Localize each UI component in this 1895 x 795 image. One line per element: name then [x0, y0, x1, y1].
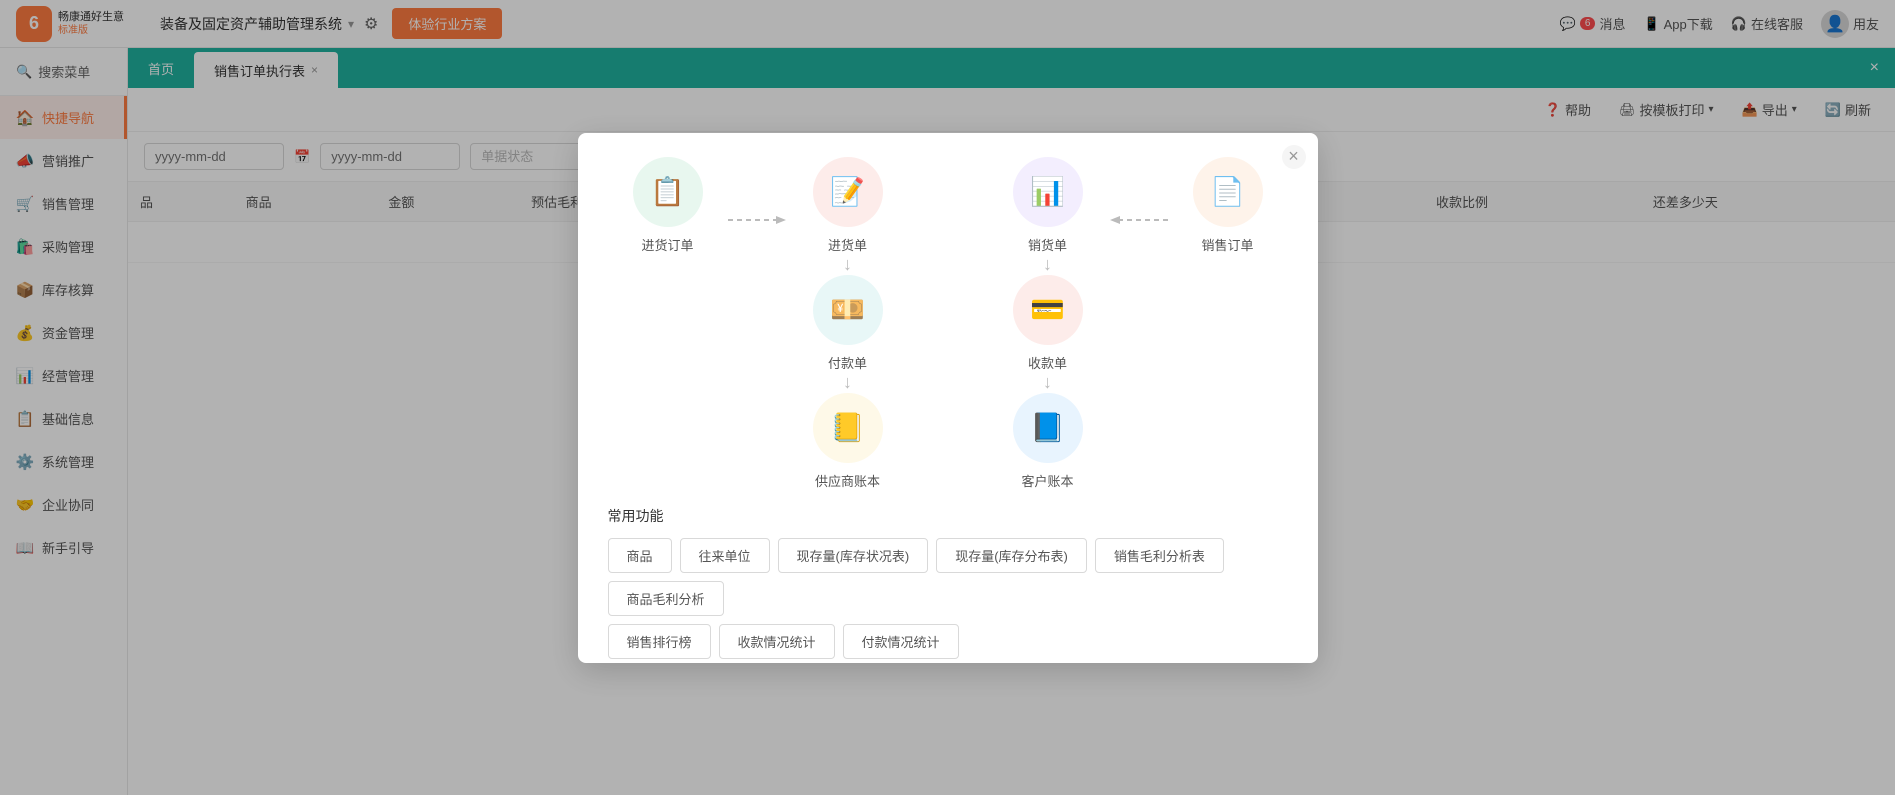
cr2-sp5 [1168, 372, 1288, 393]
func-btn-product[interactable]: 商品 [608, 538, 672, 573]
supplier-ledger-circle: 📒 [813, 393, 883, 463]
dashed-arrow-left [1108, 214, 1168, 226]
arrow-sales-order-to-bill [1108, 214, 1168, 254]
common-func-section: 常用功能 商品 往来单位 现存量(库存状况表) 现存量(库存分布表) 销售毛利分… [578, 506, 1318, 663]
func-btn-stock-dist[interactable]: 现存量(库存分布表) [936, 538, 1087, 573]
customer-ledger-label: 客户账本 [1021, 471, 1073, 490]
connector-spacer-3 [908, 254, 988, 275]
down-arrow-purchase-bill: ↓ [788, 254, 908, 275]
flow-node-supplier-ledger[interactable]: 📒 供应商账本 [788, 393, 908, 490]
down-arrow-receipt: ↓ [988, 372, 1108, 393]
func-btn-payment-stats[interactable]: 付款情况统计 [843, 624, 959, 659]
flow-modal: × 📋 进货订单 [578, 133, 1318, 663]
receipt-circle: 💳 [1013, 275, 1083, 345]
sales-bill-circle: 📊 [1013, 157, 1083, 227]
func-buttons-row1: 商品 往来单位 现存量(库存状况表) 现存量(库存分布表) 销售毛利分析表 商品… [608, 538, 1288, 616]
purchase-bill-label: 进货单 [828, 235, 867, 254]
flow-connectors-row2: ↓ ↓ [608, 372, 1288, 393]
arrow-purchase-order-to-bill [728, 214, 788, 254]
flow-row-1: 📋 进货订单 📝 [608, 157, 1288, 254]
sales-bill-label: 销货单 [1028, 235, 1067, 254]
modal-close-button[interactable]: × [1282, 145, 1306, 169]
cr2-sp3 [908, 372, 988, 393]
supplier-ledger-icon: 📒 [830, 411, 865, 444]
customer-ledger-circle: 📘 [1013, 393, 1083, 463]
purchase-bill-circle: 📝 [813, 157, 883, 227]
cr2-sp4 [1108, 372, 1168, 393]
func-btn-sales-rank[interactable]: 销售排行榜 [608, 624, 711, 659]
common-func-title: 常用功能 [608, 506, 1288, 526]
payment-icon: 💴 [830, 293, 865, 326]
purchase-order-circle: 📋 [633, 157, 703, 227]
cr2-sp1 [608, 372, 728, 393]
flow-node-sales-order[interactable]: 📄 销售订单 [1168, 157, 1288, 254]
flow-node-sales-bill[interactable]: 📊 销货单 [988, 157, 1108, 254]
modal-overlay[interactable]: × 📋 进货订单 [0, 0, 1895, 795]
customer-ledger-icon: 📘 [1030, 411, 1065, 444]
func-btn-receipt-stats[interactable]: 收款情况统计 [719, 624, 835, 659]
supplier-ledger-label: 供应商账本 [815, 471, 880, 490]
payment-label: 付款单 [828, 353, 867, 372]
flow-row-2: 💴 付款单 💳 收款单 [608, 275, 1288, 372]
flow-node-purchase-bill[interactable]: 📝 进货单 [788, 157, 908, 254]
func-buttons-row2: 销售排行榜 收款情况统计 付款情况统计 [608, 624, 1288, 659]
flow-diagram: 📋 进货订单 📝 [578, 133, 1318, 506]
down-arrow-payment: ↓ [788, 372, 908, 393]
dashed-arrow-right [728, 214, 788, 226]
sales-order-icon: 📄 [1210, 175, 1245, 208]
func-btn-contacts[interactable]: 往来单位 [680, 538, 770, 573]
cr2-sp2 [728, 372, 788, 393]
func-btn-sales-margin[interactable]: 销售毛利分析表 [1095, 538, 1224, 573]
purchase-bill-icon: 📝 [830, 175, 865, 208]
sales-order-label: 销售订单 [1201, 235, 1253, 254]
sales-bill-icon: 📊 [1030, 175, 1065, 208]
receipt-label: 收款单 [1028, 353, 1067, 372]
flow-row-3: 📒 供应商账本 📘 客户账本 [608, 393, 1288, 490]
connector-spacer-1 [608, 254, 728, 275]
flow-connectors-row: ↓ ↓ [608, 254, 1288, 275]
flow-node-customer-ledger[interactable]: 📘 客户账本 [988, 393, 1108, 490]
down-arrow-sales-bill: ↓ [988, 254, 1108, 275]
connector-spacer-4 [1108, 254, 1168, 275]
flow-node-purchase-order[interactable]: 📋 进货订单 [608, 157, 728, 254]
connector-spacer-2 [728, 254, 788, 275]
payment-circle: 💴 [813, 275, 883, 345]
func-btn-stock-status[interactable]: 现存量(库存状况表) [778, 538, 929, 573]
purchase-order-icon: 📋 [650, 175, 685, 208]
purchase-order-label: 进货订单 [641, 235, 693, 254]
sales-order-circle: 📄 [1193, 157, 1263, 227]
receipt-icon: 💳 [1030, 293, 1065, 326]
modal-body: 📋 进货订单 📝 [578, 133, 1318, 663]
flow-node-receipt[interactable]: 💳 收款单 [988, 275, 1108, 372]
connector-spacer-5 [1168, 254, 1288, 275]
flow-node-payment[interactable]: 💴 付款单 [788, 275, 908, 372]
func-btn-product-margin[interactable]: 商品毛利分析 [608, 581, 724, 616]
